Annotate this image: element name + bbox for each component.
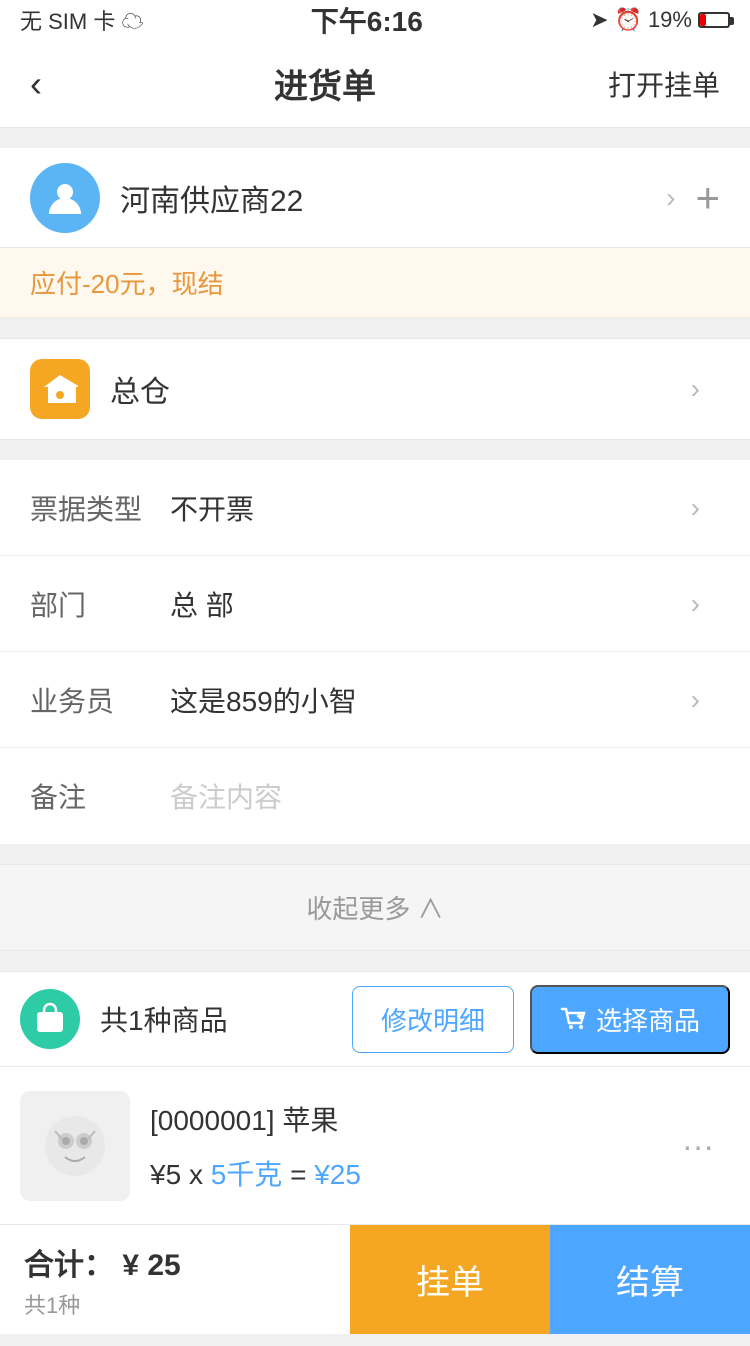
sales-label: 业务员 bbox=[30, 680, 170, 720]
nav-bar: ‹ 进货单 打开挂单 bbox=[0, 40, 750, 128]
alarm-icon: ⏰ bbox=[615, 7, 642, 33]
status-left: 无 SIM 卡 ☁ bbox=[20, 4, 143, 36]
dept-row[interactable]: 部门 总 部 › bbox=[0, 556, 750, 652]
chevron-right-icon-invoice: › bbox=[691, 492, 700, 524]
home-icon bbox=[42, 371, 78, 407]
page-title: 进货单 bbox=[274, 59, 376, 108]
warehouse-section: 总仓 › bbox=[0, 338, 750, 440]
battery-text: 19% bbox=[648, 7, 692, 33]
price-multiply: x bbox=[189, 1159, 211, 1190]
chevron-right-icon-warehouse: › bbox=[691, 373, 700, 405]
total-amount: 合计： ¥ 25 bbox=[24, 1240, 326, 1284]
hang-button[interactable]: 挂单 bbox=[350, 1225, 550, 1334]
supplier-name: 河南供应商22 bbox=[120, 176, 666, 220]
product-header: 共1种商品 修改明细 选择商品 bbox=[0, 971, 750, 1067]
collapse-row[interactable]: 收起更多 ∧ bbox=[0, 864, 750, 951]
location-icon: ➤ bbox=[590, 7, 608, 33]
invoice-row[interactable]: 票据类型 不开票 › bbox=[0, 460, 750, 556]
chevron-right-icon-dept: › bbox=[691, 588, 700, 620]
product-thumbnail bbox=[20, 1091, 130, 1201]
dept-value: 总 部 bbox=[170, 584, 691, 624]
status-time: 下午6:16 bbox=[311, 0, 423, 40]
checkout-button[interactable]: 结算 bbox=[550, 1225, 750, 1334]
warehouse-name: 总仓 bbox=[110, 367, 691, 411]
invoice-label: 票据类型 bbox=[30, 488, 170, 528]
sales-row[interactable]: 业务员 这是859的小智 › bbox=[0, 652, 750, 748]
bottom-bar: 合计： ¥ 25 共1种 挂单 结算 bbox=[0, 1224, 750, 1334]
shopping-bag-icon bbox=[33, 1002, 67, 1036]
supplier-row[interactable]: 河南供应商22 › + bbox=[0, 148, 750, 248]
chevron-right-icon: › bbox=[666, 182, 675, 214]
total-value: ¥ 25 bbox=[122, 1249, 180, 1282]
product-total: ¥25 bbox=[314, 1159, 361, 1190]
product-unit-price: ¥5 bbox=[150, 1159, 181, 1190]
status-bar: 无 SIM 卡 ☁ 下午6:16 ➤ ⏰ 19% bbox=[0, 0, 750, 40]
product-id: [0000001] bbox=[150, 1105, 275, 1136]
warehouse-icon bbox=[30, 359, 90, 419]
invoice-value: 不开票 bbox=[170, 488, 691, 528]
product-info: [0000001] 苹果 ¥5 x 5千克 = ¥25 bbox=[150, 1099, 666, 1193]
remark-label: 备注 bbox=[30, 776, 170, 816]
product-owl-icon bbox=[40, 1111, 110, 1181]
total-sub: 共1种 bbox=[24, 1288, 326, 1320]
product-more-button[interactable]: ··· bbox=[666, 1118, 730, 1175]
add-supplier-button[interactable]: + bbox=[695, 177, 720, 219]
signal-text: 无 SIM 卡 ☁ bbox=[20, 4, 143, 36]
remark-placeholder: 备注内容 bbox=[170, 776, 720, 816]
select-product-label: 选择商品 bbox=[596, 1001, 700, 1038]
select-product-button[interactable]: 选择商品 bbox=[530, 985, 730, 1054]
price-equals: = bbox=[290, 1159, 314, 1190]
product-price-row: ¥5 x 5千克 = ¥25 bbox=[150, 1153, 666, 1193]
warehouse-row[interactable]: 总仓 › bbox=[0, 339, 750, 439]
product-name: [0000001] 苹果 bbox=[150, 1099, 666, 1139]
bottom-total: 合计： ¥ 25 共1种 bbox=[0, 1225, 350, 1334]
section-gap-1 bbox=[0, 128, 750, 148]
remark-row[interactable]: 备注 备注内容 bbox=[0, 748, 750, 844]
chevron-right-icon-sales: › bbox=[691, 684, 700, 716]
product-header-icon bbox=[20, 989, 80, 1049]
form-section: 票据类型 不开票 › 部门 总 部 › 业务员 这是859的小智 › 备注 备注… bbox=[0, 460, 750, 844]
battery-icon bbox=[698, 12, 730, 28]
product-quantity: 5千克 bbox=[211, 1159, 283, 1190]
product-count: 共1种商品 bbox=[100, 999, 352, 1039]
sales-value: 这是859的小智 bbox=[170, 680, 691, 720]
edit-detail-button[interactable]: 修改明细 bbox=[352, 986, 514, 1053]
supplier-section: 河南供应商22 › + 应付-20元，现结 bbox=[0, 148, 750, 318]
dept-label: 部门 bbox=[30, 584, 170, 624]
product-item: [0000001] 苹果 ¥5 x 5千克 = ¥25 ··· bbox=[0, 1067, 750, 1226]
product-title: 苹果 bbox=[282, 1105, 338, 1136]
status-right: ➤ ⏰ 19% bbox=[590, 7, 730, 33]
cart-icon bbox=[560, 1005, 588, 1033]
open-hang-button[interactable]: 打开挂单 bbox=[608, 64, 720, 104]
total-label: 合计： bbox=[24, 1249, 114, 1282]
user-icon bbox=[45, 178, 85, 218]
supplier-avatar bbox=[30, 163, 100, 233]
supplier-notice: 应付-20元，现结 bbox=[0, 248, 750, 318]
back-button[interactable]: ‹ bbox=[30, 63, 42, 105]
